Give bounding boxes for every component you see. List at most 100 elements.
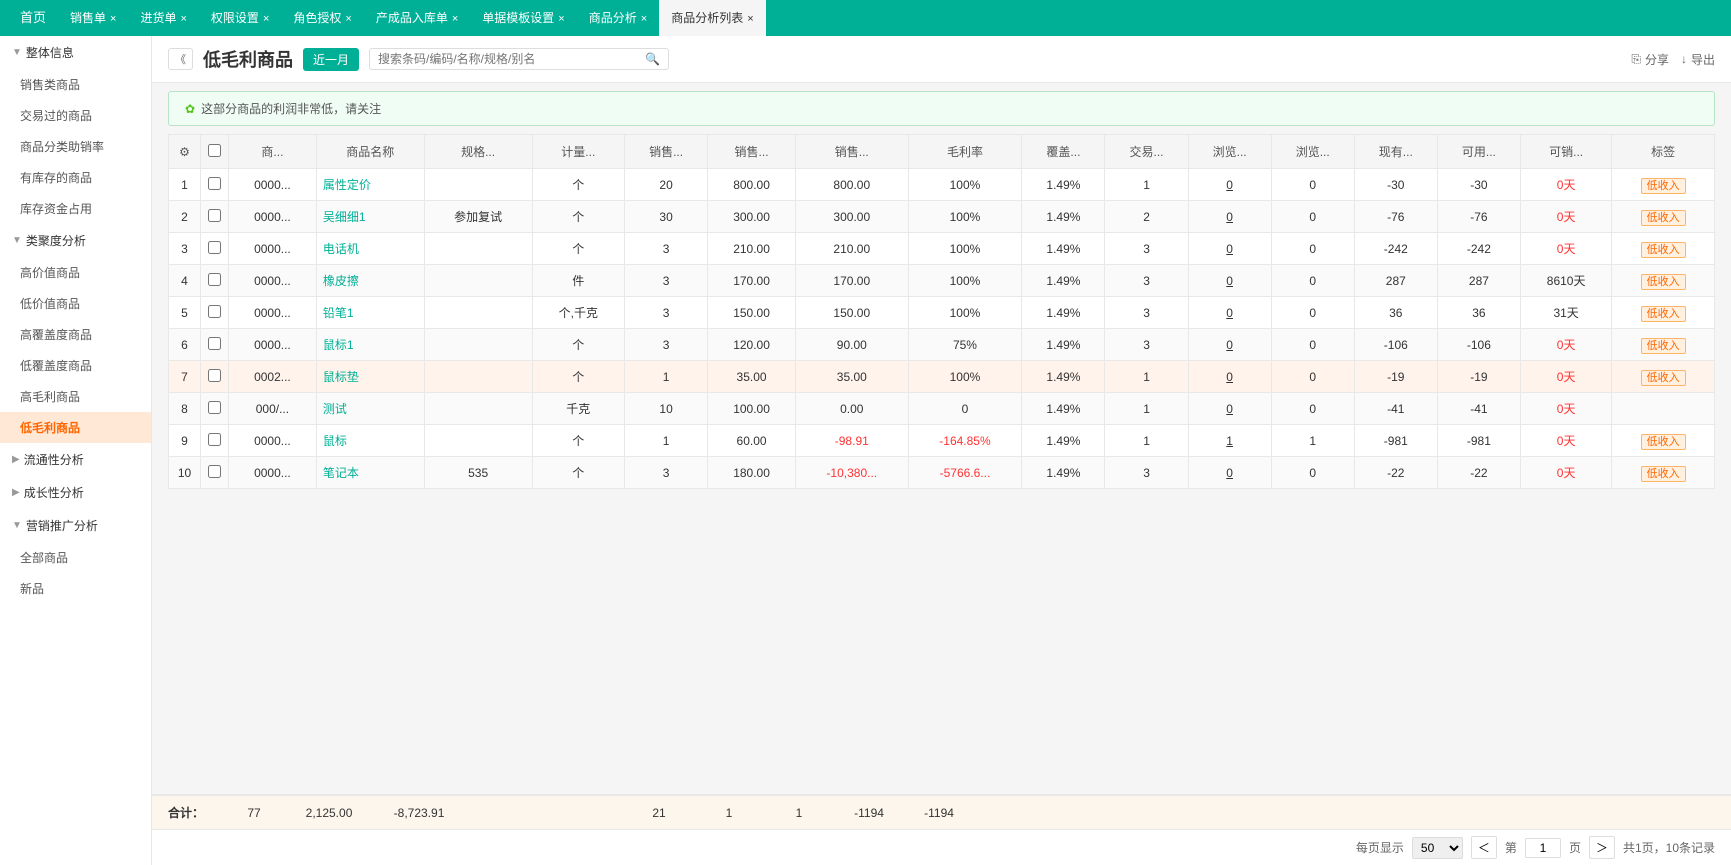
nav-home[interactable]: 首页 xyxy=(8,0,58,36)
nav-purchase-close[interactable]: × xyxy=(180,13,186,25)
sidebar-collapse-button[interactable]: 《 xyxy=(168,48,193,70)
col-margin[interactable]: 毛利率 xyxy=(908,135,1022,169)
row-browse1[interactable]: 0 xyxy=(1188,393,1271,425)
nav-analysis-list-close[interactable]: × xyxy=(747,13,753,25)
nav-sales-close[interactable]: × xyxy=(110,13,116,25)
filter-period-button[interactable]: 近一月 xyxy=(303,48,359,71)
sidebar-group-flow[interactable]: ▶ 流通性分析 xyxy=(0,443,151,476)
prev-page-button[interactable]: ＜ xyxy=(1471,836,1497,859)
select-all-checkbox[interactable] xyxy=(208,144,221,157)
sidebar-item-high-margin[interactable]: 高毛利商品 xyxy=(0,381,151,412)
per-page-select[interactable]: 50 100 200 xyxy=(1412,837,1463,859)
sidebar-item-sales-goods[interactable]: 销售类商品 xyxy=(0,69,151,100)
page-number-input[interactable] xyxy=(1525,838,1561,858)
row-browse1[interactable]: 0 xyxy=(1188,201,1271,233)
nav-role-close[interactable]: × xyxy=(345,13,351,25)
row-browse1[interactable]: 0 xyxy=(1188,169,1271,201)
nav-stock-close[interactable]: × xyxy=(452,13,458,25)
sidebar-item-category-rate[interactable]: 商品分类助销率 xyxy=(0,131,151,162)
col-sale-qty[interactable]: 销售... xyxy=(625,135,708,169)
row-checkbox[interactable] xyxy=(208,337,221,350)
row-checkbox-cell[interactable] xyxy=(201,425,229,457)
row-checkbox[interactable] xyxy=(208,177,221,190)
row-browse1[interactable]: 0 xyxy=(1188,297,1271,329)
row-browse1[interactable]: 0 xyxy=(1188,233,1271,265)
row-checkbox-cell[interactable] xyxy=(201,169,229,201)
nav-analysis-close[interactable]: × xyxy=(641,13,647,25)
sidebar-item-low-margin[interactable]: 低毛利商品 xyxy=(0,412,151,443)
sidebar-item-traded-goods[interactable]: 交易过的商品 xyxy=(0,100,151,131)
col-spec[interactable]: 规格... xyxy=(424,135,532,169)
col-trade[interactable]: 交易... xyxy=(1105,135,1188,169)
row-checkbox-cell[interactable] xyxy=(201,297,229,329)
row-name[interactable]: 鼠标 xyxy=(316,425,424,457)
search-icon[interactable]: 🔍 xyxy=(645,52,660,66)
row-checkbox-cell[interactable] xyxy=(201,265,229,297)
col-coverage[interactable]: 覆盖... xyxy=(1022,135,1105,169)
row-checkbox[interactable] xyxy=(208,465,221,478)
nav-permission-close[interactable]: × xyxy=(263,13,269,25)
row-browse1[interactable]: 0 xyxy=(1188,361,1271,393)
col-checkbox[interactable] xyxy=(201,135,229,169)
row-checkbox[interactable] xyxy=(208,241,221,254)
row-browse1[interactable]: 0 xyxy=(1188,265,1271,297)
row-checkbox-cell[interactable] xyxy=(201,393,229,425)
row-name[interactable]: 橡皮擦 xyxy=(316,265,424,297)
row-checkbox[interactable] xyxy=(208,369,221,382)
nav-purchase[interactable]: 进货单× xyxy=(128,0,198,36)
row-checkbox-cell[interactable] xyxy=(201,361,229,393)
row-checkbox-cell[interactable] xyxy=(201,457,229,489)
row-checkbox-cell[interactable] xyxy=(201,201,229,233)
row-checkbox-cell[interactable] xyxy=(201,233,229,265)
col-stock[interactable]: 现有... xyxy=(1354,135,1437,169)
sidebar-group-cluster[interactable]: ▼ 类聚度分析 xyxy=(0,224,151,257)
col-unit[interactable]: 计量... xyxy=(532,135,625,169)
row-name[interactable]: 吴细细1 xyxy=(316,201,424,233)
row-name[interactable]: 电话机 xyxy=(316,233,424,265)
col-browse1[interactable]: 浏览... xyxy=(1188,135,1271,169)
col-available[interactable]: 可用... xyxy=(1437,135,1520,169)
row-checkbox[interactable] xyxy=(208,433,221,446)
row-checkbox-cell[interactable] xyxy=(201,329,229,361)
col-browse2[interactable]: 浏览... xyxy=(1271,135,1354,169)
col-sale-amount[interactable]: 销售... xyxy=(795,135,908,169)
row-name[interactable]: 铅笔1 xyxy=(316,297,424,329)
row-browse1[interactable]: 0 xyxy=(1188,457,1271,489)
export-button[interactable]: ↓ 导出 xyxy=(1681,51,1715,68)
col-name[interactable]: 商品名称 xyxy=(316,135,424,169)
row-name[interactable]: 测试 xyxy=(316,393,424,425)
sidebar-item-in-stock[interactable]: 有库存的商品 xyxy=(0,162,151,193)
col-tag[interactable]: 标签 xyxy=(1612,135,1715,169)
next-page-button[interactable]: ＞ xyxy=(1589,836,1615,859)
search-input[interactable] xyxy=(378,52,645,66)
nav-role[interactable]: 角色授权× xyxy=(281,0,363,36)
row-name[interactable]: 鼠标1 xyxy=(316,329,424,361)
row-browse1[interactable]: 0 xyxy=(1188,329,1271,361)
row-name[interactable]: 鼠标垫 xyxy=(316,361,424,393)
nav-permission[interactable]: 权限设置× xyxy=(199,0,281,36)
nav-analysis-list[interactable]: 商品分析列表× xyxy=(659,0,765,36)
sidebar-group-overall[interactable]: ▼ 整体信息 xyxy=(0,36,151,69)
share-button[interactable]: ⎘ 分享 xyxy=(1631,51,1669,68)
nav-sales[interactable]: 销售单× xyxy=(58,0,128,36)
row-checkbox[interactable] xyxy=(208,401,221,414)
nav-stock[interactable]: 产成品入库单× xyxy=(364,0,470,36)
nav-template-close[interactable]: × xyxy=(558,13,564,25)
sidebar-item-stock-fund[interactable]: 库存资金占用 xyxy=(0,193,151,224)
sidebar-item-all-goods[interactable]: 全部商品 xyxy=(0,542,151,573)
nav-analysis[interactable]: 商品分析× xyxy=(577,0,659,36)
nav-template[interactable]: 单据模板设置× xyxy=(470,0,576,36)
sidebar-group-growth[interactable]: ▶ 成长性分析 xyxy=(0,476,151,509)
sidebar-item-high-value[interactable]: 高价值商品 xyxy=(0,257,151,288)
sidebar-group-marketing[interactable]: ▼ 营销推广分析 xyxy=(0,509,151,542)
sidebar-item-low-value[interactable]: 低价值商品 xyxy=(0,288,151,319)
row-browse1[interactable]: 1 xyxy=(1188,425,1271,457)
row-name[interactable]: 属性定价 xyxy=(316,169,424,201)
row-checkbox[interactable] xyxy=(208,305,221,318)
col-sale-price[interactable]: 销售... xyxy=(708,135,796,169)
sidebar-item-high-coverage[interactable]: 高覆盖度商品 xyxy=(0,319,151,350)
row-checkbox[interactable] xyxy=(208,209,221,222)
sidebar-item-new-goods[interactable]: 新品 xyxy=(0,573,151,604)
row-name[interactable]: 笔记本 xyxy=(316,457,424,489)
col-salable[interactable]: 可销... xyxy=(1520,135,1611,169)
